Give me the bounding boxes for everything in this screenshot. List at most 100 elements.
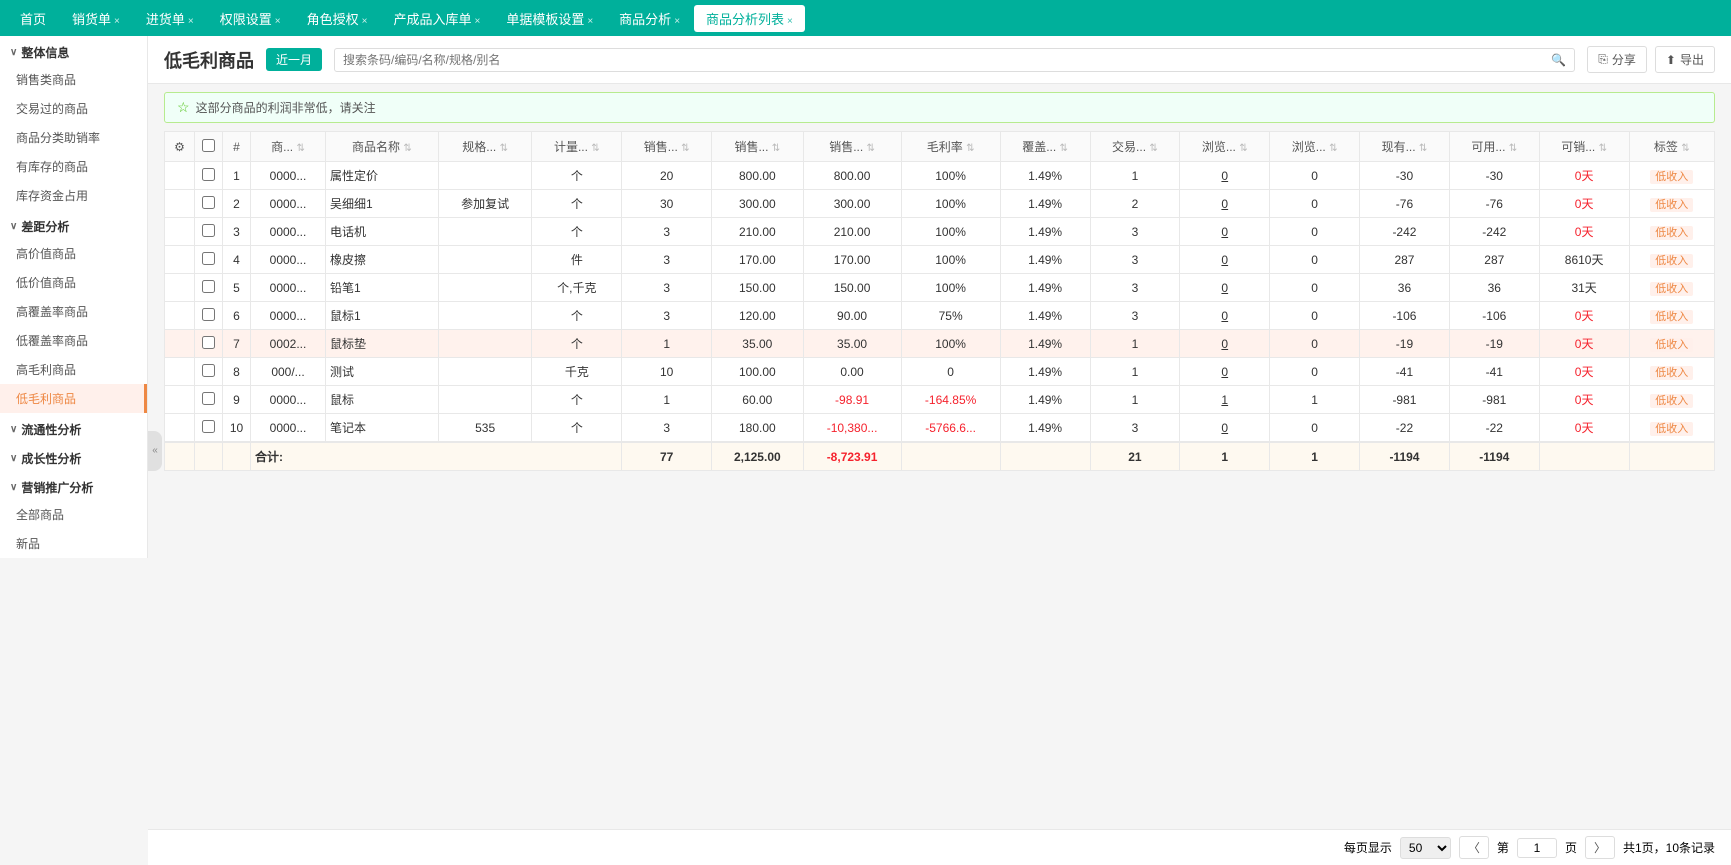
page-size-select[interactable]: 50 100 200	[1400, 837, 1451, 859]
col-available[interactable]: 可用... ⇅	[1449, 132, 1539, 162]
row-checkbox[interactable]	[202, 392, 215, 405]
check-cell[interactable]	[195, 162, 223, 190]
col-views1[interactable]: 浏览... ⇅	[1180, 132, 1270, 162]
sidebar-group-成长性分析[interactable]: ∨ 成长性分析	[0, 442, 147, 471]
sidebar-item-高覆盖率商品[interactable]: 高覆盖率商品	[0, 297, 147, 326]
col-current-stock[interactable]: 现有... ⇅	[1360, 132, 1450, 162]
views-link[interactable]: 0	[1221, 197, 1228, 211]
views-link[interactable]: 0	[1221, 253, 1228, 267]
check-cell[interactable]	[195, 302, 223, 330]
nav-item-商品分析[interactable]: 商品分析×	[607, 5, 692, 32]
col-spec[interactable]: 规格... ⇅	[438, 132, 532, 162]
page-input[interactable]	[1517, 838, 1557, 858]
sidebar-item-销售类商品[interactable]: 销售类商品	[0, 65, 147, 94]
sidebar-group-整体信息[interactable]: ∨ 整体信息	[0, 36, 147, 65]
nav-item-角色授权[interactable]: 角色授权×	[295, 5, 380, 32]
views1-cell[interactable]: 0	[1180, 274, 1270, 302]
nav-item-首页[interactable]: 首页	[8, 5, 58, 32]
sidebar-collapse-btn[interactable]: «	[148, 431, 162, 471]
row-checkbox[interactable]	[202, 224, 215, 237]
sidebar-group-流通性分析[interactable]: ∨ 流通性分析	[0, 413, 147, 442]
export-btn[interactable]: ⬆ 导出	[1655, 46, 1715, 73]
search-icon[interactable]: 🔍	[1551, 53, 1566, 67]
row-checkbox[interactable]	[202, 280, 215, 293]
views1-cell[interactable]: 0	[1180, 302, 1270, 330]
col-sales-qty[interactable]: 销售... ⇅	[622, 132, 712, 162]
nav-item-权限设置[interactable]: 权限设置×	[208, 5, 293, 32]
row-checkbox[interactable]	[202, 196, 215, 209]
col-saleable[interactable]: 可销... ⇅	[1539, 132, 1629, 162]
col-unit[interactable]: 计量... ⇅	[532, 132, 622, 162]
views-link[interactable]: 0	[1221, 281, 1228, 295]
views-link[interactable]: 0	[1221, 421, 1228, 435]
views1-cell[interactable]: 0	[1180, 330, 1270, 358]
views1-cell[interactable]: 0	[1180, 358, 1270, 386]
sidebar-item-低价值商品[interactable]: 低价值商品	[0, 268, 147, 297]
col-name[interactable]: 商品名称 ⇅	[326, 132, 439, 162]
check-cell[interactable]	[195, 190, 223, 218]
row-checkbox[interactable]	[202, 420, 215, 433]
nav-item-商品分析列表[interactable]: 商品分析列表×	[694, 5, 805, 32]
views-link[interactable]: 0	[1221, 169, 1228, 183]
nav-item-单据模板设置[interactable]: 单据模板设置×	[494, 5, 605, 32]
views-link[interactable]: 0	[1221, 309, 1228, 323]
nav-item-产成品入库单[interactable]: 产成品入库单×	[381, 5, 492, 32]
nav-close-单据模板设置[interactable]: ×	[587, 16, 593, 27]
sidebar-item-全部商品[interactable]: 全部商品	[0, 500, 147, 529]
sidebar-item-高毛利商品[interactable]: 高毛利商品	[0, 355, 147, 384]
nav-item-进货单[interactable]: 进货单×	[134, 5, 206, 32]
check-cell[interactable]	[195, 414, 223, 443]
col-code[interactable]: 商... ⇅	[251, 132, 326, 162]
col-views2[interactable]: 浏览... ⇅	[1270, 132, 1360, 162]
row-checkbox[interactable]	[202, 168, 215, 181]
views1-cell[interactable]: 0	[1180, 190, 1270, 218]
col-check[interactable]	[195, 132, 223, 162]
sidebar-item-交易过的商品[interactable]: 交易过的商品	[0, 94, 147, 123]
sidebar-item-低毛利商品[interactable]: 低毛利商品	[0, 384, 147, 413]
sidebar-item-商品分类助销率[interactable]: 商品分类助销率	[0, 123, 147, 152]
nav-close-产成品入库单[interactable]: ×	[474, 16, 480, 27]
views-link[interactable]: 0	[1221, 365, 1228, 379]
sidebar-group-营销推广分析[interactable]: ∨ 营销推广分析	[0, 471, 147, 500]
views-link[interactable]: 0	[1221, 337, 1228, 351]
check-cell[interactable]	[195, 274, 223, 302]
row-checkbox[interactable]	[202, 252, 215, 265]
views1-cell[interactable]: 0	[1180, 162, 1270, 190]
next-page-btn[interactable]: 〉	[1585, 836, 1615, 859]
nav-item-销货单[interactable]: 销货单×	[60, 5, 132, 32]
views-link[interactable]: 0	[1221, 225, 1228, 239]
sidebar-item-有库存的商品[interactable]: 有库存的商品	[0, 152, 147, 181]
check-cell[interactable]	[195, 386, 223, 414]
nav-close-商品分析[interactable]: ×	[674, 16, 680, 27]
col-gross-rate[interactable]: 毛利率 ⇅	[901, 132, 1000, 162]
check-cell[interactable]	[195, 246, 223, 274]
nav-close-角色授权[interactable]: ×	[362, 16, 368, 27]
col-sales-price[interactable]: 销售... ⇅	[712, 132, 803, 162]
nav-close-进货单[interactable]: ×	[188, 16, 194, 27]
sidebar-item-低覆盖率商品[interactable]: 低覆盖率商品	[0, 326, 147, 355]
check-cell[interactable]	[195, 218, 223, 246]
prev-page-btn[interactable]: 〈	[1459, 836, 1489, 859]
check-cell[interactable]	[195, 330, 223, 358]
sidebar-item-库存资金占用[interactable]: 库存资金占用	[0, 181, 147, 210]
check-cell[interactable]	[195, 358, 223, 386]
col-gear[interactable]: ⚙	[165, 132, 195, 162]
nav-close-商品分析列表[interactable]: ×	[787, 16, 793, 27]
col-sales-profit[interactable]: 销售... ⇅	[803, 132, 901, 162]
row-checkbox[interactable]	[202, 308, 215, 321]
nav-close-销货单[interactable]: ×	[114, 16, 120, 27]
share-btn[interactable]: ⎘ 分享	[1587, 46, 1647, 73]
select-all-checkbox[interactable]	[202, 139, 215, 152]
col-coverage[interactable]: 覆盖... ⇅	[1000, 132, 1090, 162]
views1-cell[interactable]: 0	[1180, 246, 1270, 274]
views1-cell[interactable]: 0	[1180, 414, 1270, 443]
views-link[interactable]: 1	[1221, 393, 1228, 407]
row-checkbox[interactable]	[202, 336, 215, 349]
row-checkbox[interactable]	[202, 364, 215, 377]
views1-cell[interactable]: 0	[1180, 218, 1270, 246]
views1-cell[interactable]: 1	[1180, 386, 1270, 414]
nav-close-权限设置[interactable]: ×	[275, 16, 281, 27]
time-filter-btn[interactable]: 近一月	[266, 48, 322, 71]
sidebar-group-差距分析[interactable]: ∨ 差距分析	[0, 210, 147, 239]
col-transactions[interactable]: 交易... ⇅	[1090, 132, 1180, 162]
